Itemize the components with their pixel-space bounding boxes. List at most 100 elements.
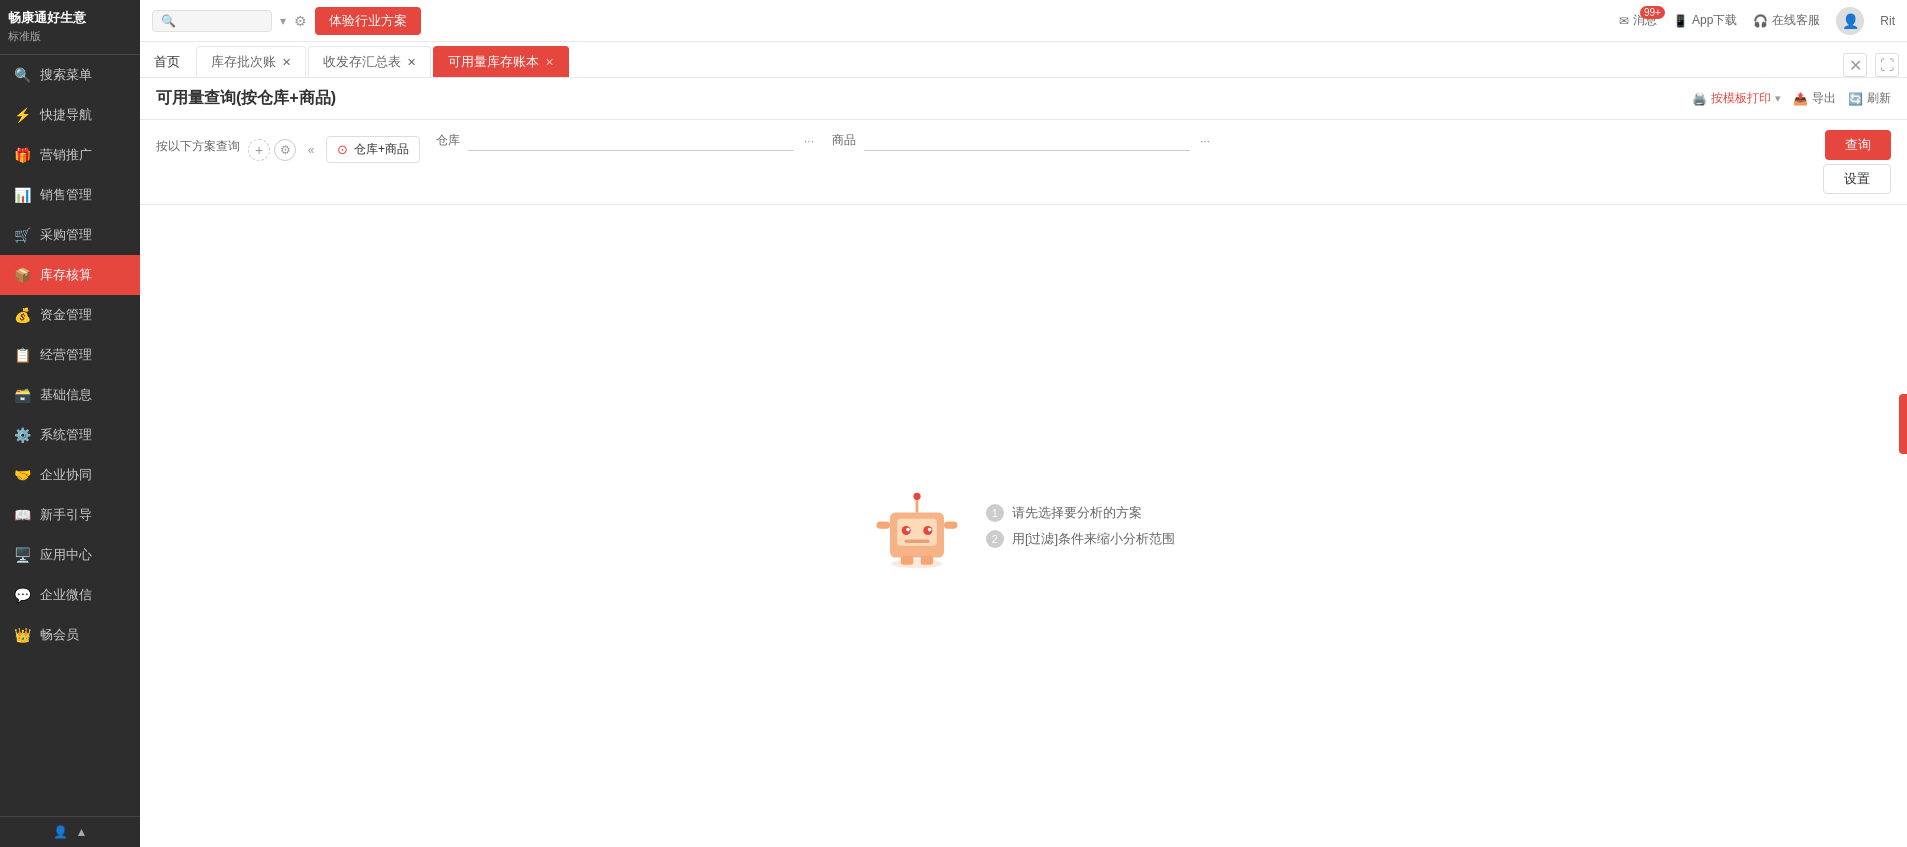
warehouse-more-btn[interactable]: ···	[802, 132, 816, 150]
sidebar-item-marketing[interactable]: 🎁 营销推广	[0, 135, 140, 175]
right-scroll-handle[interactable]	[1899, 394, 1907, 454]
export-action[interactable]: 📤 导出	[1793, 90, 1836, 107]
print-chevron-icon[interactable]: ▾	[1775, 92, 1781, 105]
sidebar-item-tutorial[interactable]: 📖 新手引导	[0, 495, 140, 535]
database-icon: 🗃️	[12, 385, 32, 405]
sidebar-item-label: 系统管理	[40, 426, 128, 444]
sidebar-bottom-user[interactable]: 👤 ▲	[8, 825, 132, 839]
filter-row: 按以下方案查询 + ⚙ « ⊙ 仓库+商品	[156, 130, 1891, 194]
headset-icon: 🎧	[1753, 14, 1768, 28]
svg-rect-12	[901, 556, 914, 565]
sidebar-item-basic[interactable]: 🗃️ 基础信息	[0, 375, 140, 415]
clipboard-icon: 📋	[12, 345, 32, 365]
export-icon: 📤	[1793, 92, 1808, 106]
industry-btn[interactable]: 体验行业方案	[315, 7, 421, 35]
warehouse-field-label: 仓库	[436, 132, 460, 149]
chat-icon: 💬	[12, 585, 32, 605]
money-icon: 💰	[12, 305, 32, 325]
sidebar-item-label: 库存核算	[40, 266, 128, 284]
topbar-chevron-icon[interactable]: ▾	[280, 14, 286, 28]
summary-tab-label: 收发存汇总表	[323, 53, 401, 71]
sidebar-item-appstore[interactable]: 🖥️ 应用中心	[0, 535, 140, 575]
scheme-item-warehouse[interactable]: ⊙ 仓库+商品	[326, 136, 420, 163]
export-label: 导出	[1812, 90, 1836, 107]
search-icon: 🔍	[161, 14, 176, 28]
sidebar-item-label: 搜索菜单	[40, 66, 128, 84]
sidebar-item-sales[interactable]: 📊 销售管理	[0, 175, 140, 215]
handshake-icon: 🤝	[12, 465, 32, 485]
sidebar-item-member[interactable]: 👑 畅会员	[0, 615, 140, 655]
msg-btn[interactable]: ✉ 消息 99+	[1619, 12, 1657, 29]
print-label: 按模板打印	[1711, 90, 1771, 107]
sidebar-item-label: 采购管理	[40, 226, 128, 244]
warehouse-input[interactable]	[468, 130, 794, 151]
sidebar-item-system[interactable]: ⚙️ 系统管理	[0, 415, 140, 455]
tab-summary[interactable]: 收发存汇总表 ✕	[308, 46, 431, 77]
sidebar: 畅康通好生意 标准版 🔍 搜索菜单 ⚡ 快捷导航 🎁 营销推广 📊 销售管理	[0, 0, 140, 847]
svg-rect-13	[920, 556, 933, 565]
user-icon: 👤	[53, 825, 68, 839]
product-more-btn[interactable]: ···	[1198, 132, 1212, 150]
sidebar-item-label: 快捷导航	[40, 106, 128, 124]
empty-state: 1 请先选择要分析的方案 2 用[过滤]条件来缩小分析范围	[872, 481, 1175, 571]
avatar[interactable]: 👤	[1836, 7, 1864, 35]
username[interactable]: Rit	[1880, 14, 1895, 28]
sidebar-item-operations[interactable]: 📋 经营管理	[0, 335, 140, 375]
app-name: 畅康通好生意	[8, 10, 132, 27]
crown-icon: 👑	[12, 625, 32, 645]
sidebar-item-inventory[interactable]: 📦 库存核算	[0, 255, 140, 295]
sidebar-item-label: 营销推广	[40, 146, 128, 164]
search-input[interactable]	[180, 14, 260, 28]
app-download-btn[interactable]: 📱 App下载	[1673, 12, 1737, 29]
query-button[interactable]: 查询	[1825, 130, 1891, 160]
filter-fields: 仓库 ··· 商品 ···	[436, 130, 1807, 151]
product-input[interactable]	[864, 130, 1190, 151]
tabbar-close-all-btn[interactable]: ✕	[1843, 53, 1867, 77]
scheme-collapse-btn[interactable]: «	[300, 139, 322, 161]
filter-field-warehouse: 仓库 ···	[436, 130, 816, 151]
sidebar-item-shortcut[interactable]: ⚡ 快捷导航	[0, 95, 140, 135]
sidebar-item-label: 新手引导	[40, 506, 128, 524]
sidebar-item-finance[interactable]: 💰 资金管理	[0, 295, 140, 335]
print-action[interactable]: 🖨️ 按模板打印 ▾	[1692, 90, 1781, 107]
page-area: 可用量查询(按仓库+商品) 🖨️ 按模板打印 ▾ 📤 导出 🔄 刷新	[140, 78, 1907, 847]
query-btn-area: 查询 设置	[1823, 130, 1891, 194]
app-container: 畅康通好生意 标准版 🔍 搜索菜单 ⚡ 快捷导航 🎁 营销推广 📊 销售管理	[0, 0, 1907, 847]
tab-batch[interactable]: 库存批次账 ✕	[196, 46, 306, 77]
settings-button[interactable]: 设置	[1823, 164, 1891, 194]
sidebar-item-search[interactable]: 🔍 搜索菜单	[0, 55, 140, 95]
tab-batch-close[interactable]: ✕	[282, 56, 291, 69]
topbar-right: ✉ 消息 99+ 📱 App下载 🎧 在线客服 👤 Rit	[1619, 7, 1895, 35]
refresh-action[interactable]: 🔄 刷新	[1848, 90, 1891, 107]
topbar-search-box[interactable]: 🔍	[152, 10, 272, 32]
tab-available-close[interactable]: ✕	[545, 56, 554, 69]
sidebar-scroll-up[interactable]: ▲	[76, 825, 88, 839]
scheme-settings-btn[interactable]: ⚙	[274, 139, 296, 161]
svg-rect-11	[944, 522, 958, 529]
empty-tips: 1 请先选择要分析的方案 2 用[过滤]条件来缩小分析范围	[986, 504, 1175, 548]
available-tab-label: 可用量库存账本	[448, 53, 539, 71]
filter-scheme-section: 按以下方案查询 + ⚙ « ⊙ 仓库+商品	[156, 130, 420, 163]
product-field-label: 商品	[832, 132, 856, 149]
msg-icon: ✉	[1619, 14, 1629, 28]
sidebar-item-purchase[interactable]: 🛒 采购管理	[0, 215, 140, 255]
sidebar-item-label: 资金管理	[40, 306, 128, 324]
tab-summary-close[interactable]: ✕	[407, 56, 416, 69]
sidebar-item-label: 销售管理	[40, 186, 128, 204]
lightning-icon: ⚡	[12, 105, 32, 125]
svg-point-6	[928, 528, 932, 532]
content-area: 1 请先选择要分析的方案 2 用[过滤]条件来缩小分析范围	[140, 205, 1907, 847]
sidebar-item-wechat[interactable]: 💬 企业微信	[0, 575, 140, 615]
tabbar-expand-btn[interactable]: ⛶	[1875, 53, 1899, 77]
filter-label: 按以下方案查询	[156, 132, 240, 155]
sidebar-item-label: 企业微信	[40, 586, 128, 604]
scheme-add-btn[interactable]: +	[248, 139, 270, 161]
online-service-btn[interactable]: 🎧 在线客服	[1753, 12, 1820, 29]
tab-home[interactable]: 首页	[140, 47, 194, 77]
topbar-gear-icon[interactable]: ⚙	[294, 13, 307, 29]
refresh-icon: 🔄	[1848, 92, 1863, 106]
svg-rect-7	[904, 540, 929, 544]
sidebar-item-enterprise[interactable]: 🤝 企业协同	[0, 455, 140, 495]
tab-available[interactable]: 可用量库存账本 ✕	[433, 46, 569, 77]
sidebar-header: 畅康通好生意 标准版	[0, 0, 140, 55]
